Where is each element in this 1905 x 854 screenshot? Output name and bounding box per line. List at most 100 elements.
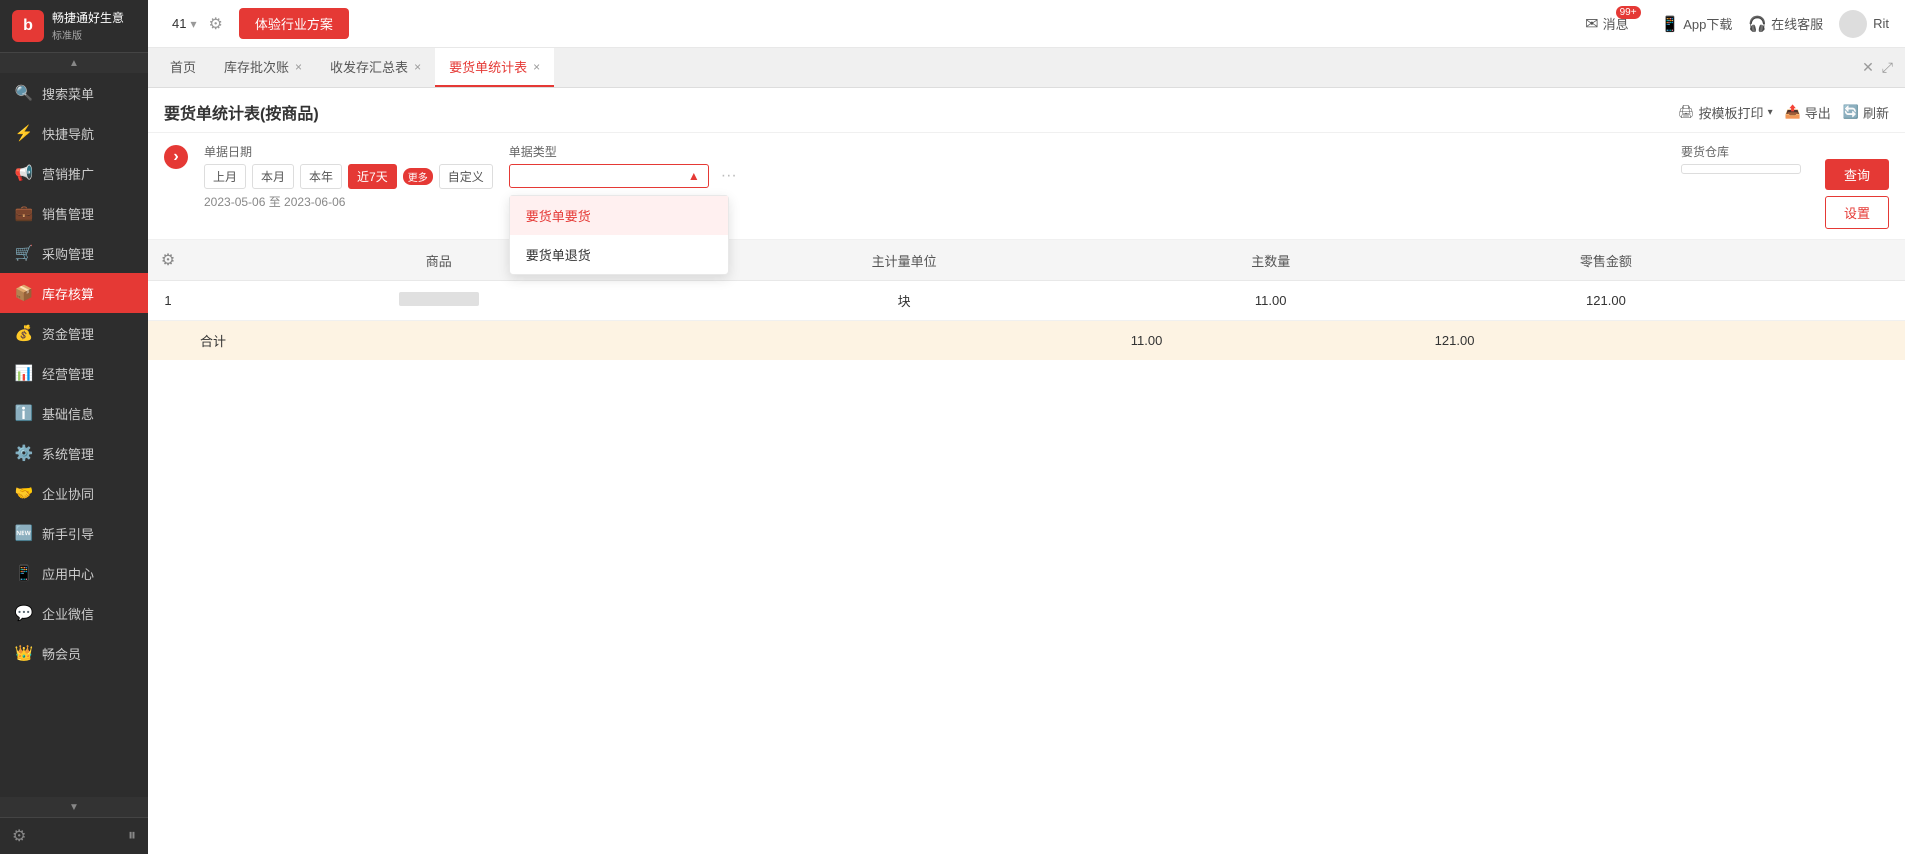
tab-order-stat-close[interactable]: × bbox=[533, 60, 540, 74]
tab-batch[interactable]: 库存批次账 × bbox=[210, 48, 316, 87]
tab-home-label: 首页 bbox=[170, 57, 196, 76]
sidebar-item-finance[interactable]: 💰 资金管理 bbox=[0, 313, 148, 353]
date-this-year-btn[interactable]: 本年 bbox=[300, 164, 342, 189]
print-button[interactable]: 🖨 按模板打印 ▾ bbox=[1678, 103, 1773, 122]
sidebar-item-bizwechat[interactable]: 💬 企业微信 bbox=[0, 593, 148, 633]
sidebar-item-purchase[interactable]: 🛒 采购管理 bbox=[0, 233, 148, 273]
system-icon: ⚙️ bbox=[14, 443, 34, 463]
sidebar-item-sales-label: 销售管理 bbox=[42, 204, 94, 223]
search-icon: 🔍 bbox=[14, 83, 34, 103]
page-header: 要货单统计表(按商品) 🖨 按模板打印 ▾ 📤 导出 🔄 刷新 bbox=[148, 88, 1905, 133]
sidebar-item-search[interactable]: 🔍 搜索菜单 bbox=[0, 73, 148, 113]
tab-home[interactable]: 首页 bbox=[156, 48, 210, 87]
sidebar-item-sales[interactable]: 💼 销售管理 bbox=[0, 193, 148, 233]
refresh-button[interactable]: 🔄 刷新 bbox=[1843, 103, 1889, 122]
export-button[interactable]: 📤 导出 bbox=[1785, 103, 1831, 122]
sidebar-item-basic[interactable]: ℹ️ 基础信息 bbox=[0, 393, 148, 433]
filter-more-options-icon[interactable]: ··· bbox=[721, 167, 737, 185]
sidebar-item-newguide[interactable]: 🆕 新手引导 bbox=[0, 513, 148, 553]
type-dropdown: 要货单要货 要货单退货 bbox=[509, 195, 729, 275]
tab-shipment[interactable]: 收发存汇总表 × bbox=[316, 48, 435, 87]
table-row: 1 块 11.00 121.00 bbox=[148, 281, 1905, 321]
set-button[interactable]: 设置 bbox=[1825, 196, 1889, 229]
date-7days-btn[interactable]: 近7天 bbox=[348, 164, 397, 189]
sidebar-item-vip-label: 畅会员 bbox=[42, 644, 81, 663]
sidebar-item-inventory[interactable]: 📦 库存核算 bbox=[0, 273, 148, 313]
date-this-month-btn[interactable]: 本月 bbox=[252, 164, 294, 189]
sidebar-collapse-icon[interactable]: ⏸ bbox=[128, 827, 136, 845]
online-service-button[interactable]: 🎧 在线客服 bbox=[1748, 14, 1823, 33]
top-bar: 41 ▾ ⚙ 体验行业方案 ✉ 消息 99+ 📱 App下载 🎧 在线客服 Ri… bbox=[148, 0, 1905, 48]
sidebar-item-appcenter[interactable]: 📱 应用中心 bbox=[0, 553, 148, 593]
filter-bar: › 单据日期 上月 本月 本年 近7天 更多 自定义 2023-05-06 至 … bbox=[148, 133, 1905, 240]
page-actions: 🖨 按模板打印 ▾ 📤 导出 🔄 刷新 bbox=[1678, 103, 1889, 122]
dropdown-item-return[interactable]: 要货单退货 bbox=[510, 235, 728, 274]
sidebar-item-vip[interactable]: 👑 畅会员 bbox=[0, 633, 148, 673]
sidebar-item-marketing[interactable]: 📢 营销推广 bbox=[0, 153, 148, 193]
data-table: ⚙ 商品 主计量单位 主数量 零售金额 1 bbox=[148, 240, 1905, 360]
type-select-row: ▲ ··· bbox=[509, 164, 1665, 188]
date-options-row: 上月 本月 本年 近7天 更多 自定义 bbox=[204, 164, 493, 189]
type-select-arrow-icon: ▲ bbox=[688, 169, 700, 183]
date-custom-btn[interactable]: 自定义 bbox=[439, 164, 493, 189]
col-index: ⚙ bbox=[148, 240, 188, 281]
tab-order-stat[interactable]: 要货单统计表 × bbox=[435, 48, 554, 87]
sidebar-scroll-down[interactable]: ▼ bbox=[0, 797, 148, 817]
sidebar-bottom: ⚙ ⏸ bbox=[0, 817, 148, 854]
sidebar-item-quicknav[interactable]: ⚡ 快捷导航 bbox=[0, 113, 148, 153]
store-dropdown-arrow[interactable]: ▾ bbox=[190, 17, 196, 31]
query-button[interactable]: 查询 bbox=[1825, 159, 1889, 190]
message-icon: ✉ bbox=[1585, 14, 1598, 34]
avatar bbox=[1839, 10, 1867, 38]
tab-close-all-button[interactable]: ✕ bbox=[1858, 55, 1878, 80]
topbar-settings-icon[interactable]: ⚙ bbox=[209, 14, 223, 34]
tab-batch-label: 库存批次账 bbox=[224, 57, 289, 76]
trial-button[interactable]: 体验行业方案 bbox=[239, 8, 349, 39]
footer-amount: 121.00 bbox=[1423, 321, 1790, 361]
cell-index: 1 bbox=[148, 281, 188, 321]
sidebar-item-inventory-label: 库存核算 bbox=[42, 284, 94, 303]
date-filter-group: 单据日期 上月 本月 本年 近7天 更多 自定义 2023-05-06 至 20… bbox=[204, 143, 493, 210]
user-profile-button[interactable]: Rit bbox=[1839, 10, 1889, 38]
tab-shipment-close[interactable]: × bbox=[414, 60, 421, 74]
filter-expand-button[interactable]: › bbox=[164, 145, 188, 169]
date-filter-label: 单据日期 bbox=[204, 143, 493, 160]
cell-unit: 块 bbox=[690, 281, 1119, 321]
top-bar-left: 41 ▾ ⚙ 体验行业方案 bbox=[164, 8, 1585, 39]
table-header-row: ⚙ 商品 主计量单位 主数量 零售金额 bbox=[148, 240, 1905, 281]
dropdown-item-order[interactable]: 要货单要货 bbox=[510, 196, 728, 235]
tab-batch-close[interactable]: × bbox=[295, 60, 302, 74]
table-settings-icon[interactable]: ⚙ bbox=[161, 252, 175, 269]
warehouse-select[interactable] bbox=[1681, 164, 1801, 174]
main-area: 41 ▾ ⚙ 体验行业方案 ✉ 消息 99+ 📱 App下载 🎧 在线客服 Ri… bbox=[148, 0, 1905, 854]
cell-qty: 11.00 bbox=[1119, 281, 1423, 321]
service-label: 在线客服 bbox=[1771, 14, 1823, 33]
sidebar-settings-icon[interactable]: ⚙ bbox=[12, 826, 26, 846]
sidebar-item-system[interactable]: ⚙️ 系统管理 bbox=[0, 433, 148, 473]
tab-maximize-button[interactable]: ⤢ bbox=[1878, 55, 1897, 80]
print-icon: 🖨 bbox=[1678, 104, 1695, 120]
type-select[interactable]: ▲ bbox=[509, 164, 709, 188]
cell-empty bbox=[1789, 281, 1905, 321]
warehouse-filter-group: 要货仓库 bbox=[1681, 143, 1801, 174]
sidebar-item-operation[interactable]: 📊 经营管理 bbox=[0, 353, 148, 393]
type-filter-label: 单据类型 bbox=[509, 143, 1665, 160]
col-unit: 主计量单位 bbox=[690, 240, 1119, 281]
filter-buttons: 查询 设置 bbox=[1825, 159, 1889, 229]
sidebar-item-newguide-label: 新手引导 bbox=[42, 524, 94, 543]
content-area: 要货单统计表(按商品) 🖨 按模板打印 ▾ 📤 导出 🔄 刷新 › bbox=[148, 88, 1905, 854]
sidebar-item-coop[interactable]: 🤝 企业协同 bbox=[0, 473, 148, 513]
sidebar-scroll-up[interactable]: ▲ bbox=[0, 53, 148, 73]
marketing-icon: 📢 bbox=[14, 163, 34, 183]
more-badge: 更多 bbox=[403, 168, 433, 185]
print-label: 按模板打印 bbox=[1699, 103, 1764, 122]
logo-subtitle: 标准版 bbox=[52, 27, 124, 42]
date-last-month-btn[interactable]: 上月 bbox=[204, 164, 246, 189]
type-filter-group: 单据类型 ▲ ··· 要货单要货 要货单退货 bbox=[509, 143, 1665, 188]
footer-label: 合计 bbox=[188, 321, 1119, 361]
app-download-button[interactable]: 📱 App下载 bbox=[1661, 14, 1733, 33]
table-footer-row: 合计 11.00 121.00 bbox=[148, 321, 1905, 361]
message-button[interactable]: ✉ 消息 99+ bbox=[1585, 14, 1628, 34]
footer-empty-index bbox=[148, 321, 188, 361]
cell-goods bbox=[188, 281, 690, 321]
